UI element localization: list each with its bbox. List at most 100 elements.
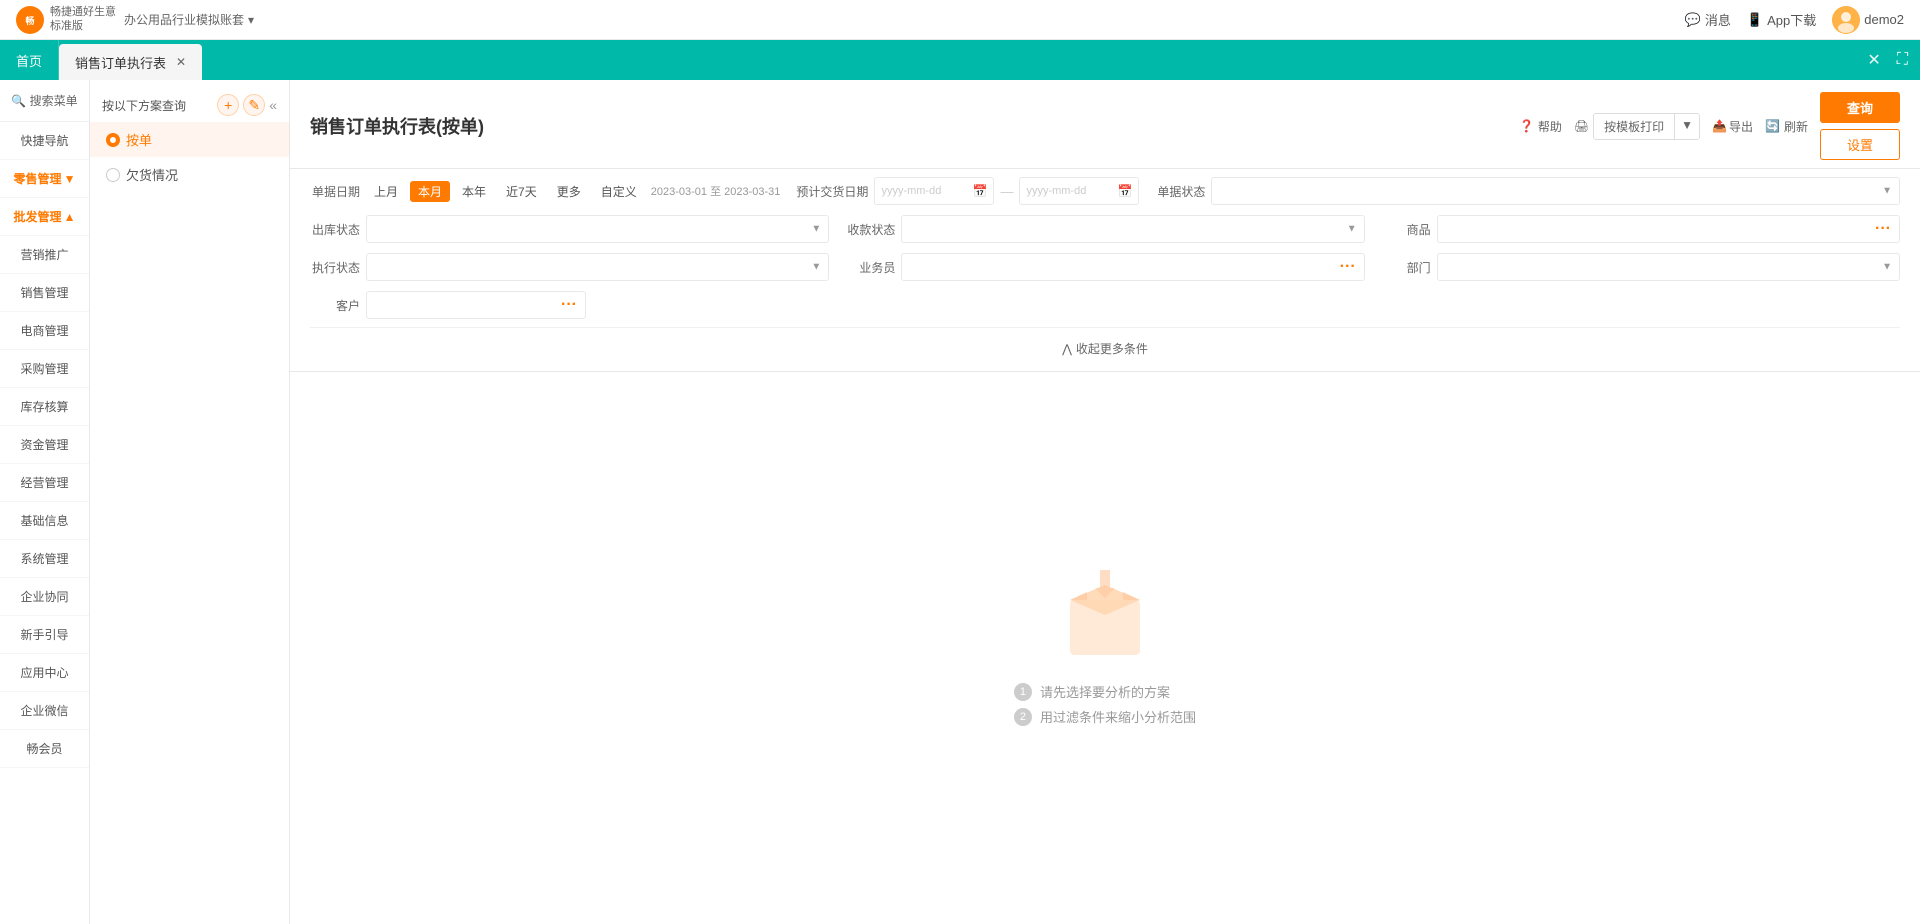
left-panel: 按以下方案查询 + ✎ « — [90, 80, 290, 924]
logo-area: 畅 畅捷通好生意 标准版 — [16, 6, 116, 34]
delivery-status-section: 出库状态 ▼ — [310, 215, 829, 243]
empty-hints: 1 请先选择要分析的方案 2 用过滤条件来缩小分析范围 — [1014, 682, 1196, 726]
sidebar-item-appstore[interactable]: 应用中心 — [0, 654, 89, 692]
export-btn[interactable]: 📤 导出 — [1712, 118, 1753, 135]
filter-row-4: 客户 ··· — [310, 291, 1900, 319]
page-title-bar: 销售订单执行表(按单) ❓ 帮助 🖨 按模板打印 ▼ — [290, 80, 1920, 169]
left-panel-actions: + ✎ « — [217, 94, 277, 116]
payment-status-section: 收款状态 ▼ — [845, 215, 1364, 243]
more-btn[interactable]: 更多 — [549, 181, 589, 202]
right-content: 销售订单执行表(按单) ❓ 帮助 🖨 按模板打印 ▼ — [290, 80, 1920, 924]
sidebar-item-sales[interactable]: 销售管理 — [0, 274, 89, 312]
message-icon: 💬 — [1685, 12, 1701, 28]
sidebar-item-quick-nav[interactable]: 快捷导航 — [0, 122, 89, 160]
top-header: 畅 畅捷通好生意 标准版 办公用品行业模拟账套 ▾ 💬 消息 📱 App下载 — [0, 0, 1920, 40]
scheme-active-dot — [106, 133, 120, 147]
add-scheme-btn[interactable]: + — [217, 94, 239, 116]
filter-date-section: 单据日期 上月 本月 本年 近7天 更多 自定义 2023-03-01 至 20… — [310, 181, 780, 202]
date-end-input[interactable]: yyyy-mm-dd 📅 — [1019, 177, 1139, 205]
app-download-btn[interactable]: 📱 App下载 — [1747, 10, 1816, 29]
logo-icon: 畅 — [16, 6, 44, 34]
collapse-left-panel-btn[interactable]: « — [269, 97, 277, 113]
scheme-item-欠货情况[interactable]: 欠货情况 — [90, 157, 289, 192]
message-btn[interactable]: 💬 消息 — [1685, 10, 1731, 29]
user-area[interactable]: demo2 — [1832, 6, 1904, 34]
content-area: 按以下方案查询 + ✎ « — [90, 80, 1920, 924]
execution-status-select[interactable] — [366, 253, 829, 281]
tab-window-controls: ✕ ⛶ — [1863, 40, 1920, 80]
breadcrumb[interactable]: 办公用品行业模拟账套 ▾ — [124, 11, 254, 28]
refresh-btn[interactable]: 🔄 刷新 — [1765, 118, 1808, 135]
last-month-btn[interactable]: 上月 — [366, 181, 406, 202]
sidebar-item-operations[interactable]: 经营管理 — [0, 464, 89, 502]
current-year-btn[interactable]: 本年 — [454, 181, 494, 202]
sidebar-item-system[interactable]: 系统管理 — [0, 540, 89, 578]
empty-state: 1 请先选择要分析的方案 2 用过滤条件来缩小分析范围 — [290, 372, 1920, 924]
query-btn[interactable]: 查询 — [1820, 92, 1900, 123]
search-icon: 🔍 — [11, 94, 26, 108]
order-status-select-wrapper: ▼ — [1211, 177, 1900, 205]
sidebar-search-section: 🔍 搜索菜单 — [0, 80, 89, 122]
calendar-start-icon: 📅 — [972, 184, 987, 198]
main-layout: 🔍 搜索菜单 快捷导航 零售管理 ▼ 批发管理 ▲ 营销推广 销售管理 电商管理… — [0, 80, 1920, 924]
collapse-filter-row: ⋀ 收起更多条件 — [310, 327, 1900, 363]
svg-text:畅: 畅 — [25, 15, 34, 26]
sidebar-item-ecommerce[interactable]: 电商管理 — [0, 312, 89, 350]
sidebar-item-enterprise[interactable]: 企业协同 — [0, 578, 89, 616]
date-start-input[interactable]: yyyy-mm-dd 📅 — [874, 177, 994, 205]
department-section: 部门 ▼ — [1381, 253, 1900, 281]
window-maximize-btn[interactable]: ⛶ — [1893, 47, 1912, 73]
customer-input[interactable]: ··· — [366, 291, 586, 319]
date-range-text: 2023-03-01 至 2023-03-31 — [651, 183, 781, 199]
export-icon: 📤 — [1712, 119, 1727, 133]
collapse-filter-btn[interactable]: ⋀ 收起更多条件 — [310, 334, 1900, 363]
filter-row-2: 出库状态 ▼ 收款状态 — [310, 215, 1900, 243]
settings-btn[interactable]: 设置 — [1820, 129, 1900, 160]
last-7-days-btn[interactable]: 近7天 — [498, 181, 545, 202]
delivery-status-select[interactable] — [366, 215, 829, 243]
sidebar-item-wechat[interactable]: 企业微信 — [0, 692, 89, 730]
avatar — [1832, 6, 1860, 34]
sidebar-item-inventory[interactable]: 库存核算 — [0, 388, 89, 426]
tab-sales-order[interactable]: 销售订单执行表 ✕ — [59, 44, 202, 80]
help-btn[interactable]: ❓ 帮助 — [1519, 118, 1562, 135]
goods-more-icon: ··· — [1875, 220, 1891, 238]
page-title: 销售订单执行表(按单) — [310, 113, 484, 139]
goods-input[interactable]: ··· — [1437, 215, 1900, 243]
sidebar-item-retail[interactable]: 零售管理 ▼ — [0, 160, 89, 198]
edit-scheme-btn[interactable]: ✎ — [243, 94, 265, 116]
customer-more-icon: ··· — [561, 296, 577, 314]
salesperson-more-icon: ··· — [1340, 258, 1356, 276]
scheme-item-按单[interactable]: 按单 — [90, 122, 289, 157]
sidebar-item-member[interactable]: 畅会员 — [0, 730, 89, 768]
sidebar-item-purchase[interactable]: 采购管理 — [0, 350, 89, 388]
sidebar-item-marketing[interactable]: 营销推广 — [0, 236, 89, 274]
empty-hint-2: 2 用过滤条件来缩小分析范围 — [1014, 707, 1196, 726]
empty-illustration — [1045, 570, 1165, 670]
window-close-btn[interactable]: ✕ — [1863, 46, 1884, 74]
sidebar-item-finance[interactable]: 资金管理 — [0, 426, 89, 464]
sidebar-item-newuser[interactable]: 新手引导 — [0, 616, 89, 654]
print-btn[interactable]: 🖨 按模板打印 ▼ — [1574, 113, 1700, 140]
order-status-select[interactable] — [1211, 177, 1900, 205]
current-month-btn[interactable]: 本月 — [410, 181, 450, 202]
tab-home[interactable]: 首页 — [0, 40, 59, 80]
sidebar-item-basic[interactable]: 基础信息 — [0, 502, 89, 540]
custom-btn[interactable]: 自定义 — [593, 181, 645, 202]
filter-row-1: 单据日期 上月 本月 本年 近7天 更多 自定义 2023-03-01 至 20… — [310, 177, 1900, 205]
date-shortcuts: 上月 本月 本年 近7天 更多 自定义 — [366, 181, 645, 202]
department-select[interactable] — [1437, 253, 1900, 281]
filter-section: 单据日期 上月 本月 本年 近7天 更多 自定义 2023-03-01 至 20… — [290, 169, 1920, 372]
page-container: 按以下方案查询 + ✎ « — [90, 80, 1920, 924]
execution-status-section: 执行状态 ▼ — [310, 253, 829, 281]
sidebar-item-wholesale[interactable]: 批发管理 ▲ — [0, 198, 89, 236]
goods-section: 商品 ··· — [1381, 215, 1900, 243]
salesperson-input[interactable]: ··· — [901, 253, 1364, 281]
print-split-btn: 按模板打印 ▼ — [1593, 113, 1700, 140]
payment-status-select[interactable] — [901, 215, 1364, 243]
calendar-end-icon: 📅 — [1117, 184, 1132, 198]
filter-order-status-section: 单据状态 ▼ — [1155, 177, 1900, 205]
print-icon: 🖨 — [1574, 119, 1589, 133]
search-menu-btn[interactable]: 🔍 搜索菜单 — [8, 88, 81, 113]
tab-close-btn[interactable]: ✕ — [176, 55, 186, 69]
